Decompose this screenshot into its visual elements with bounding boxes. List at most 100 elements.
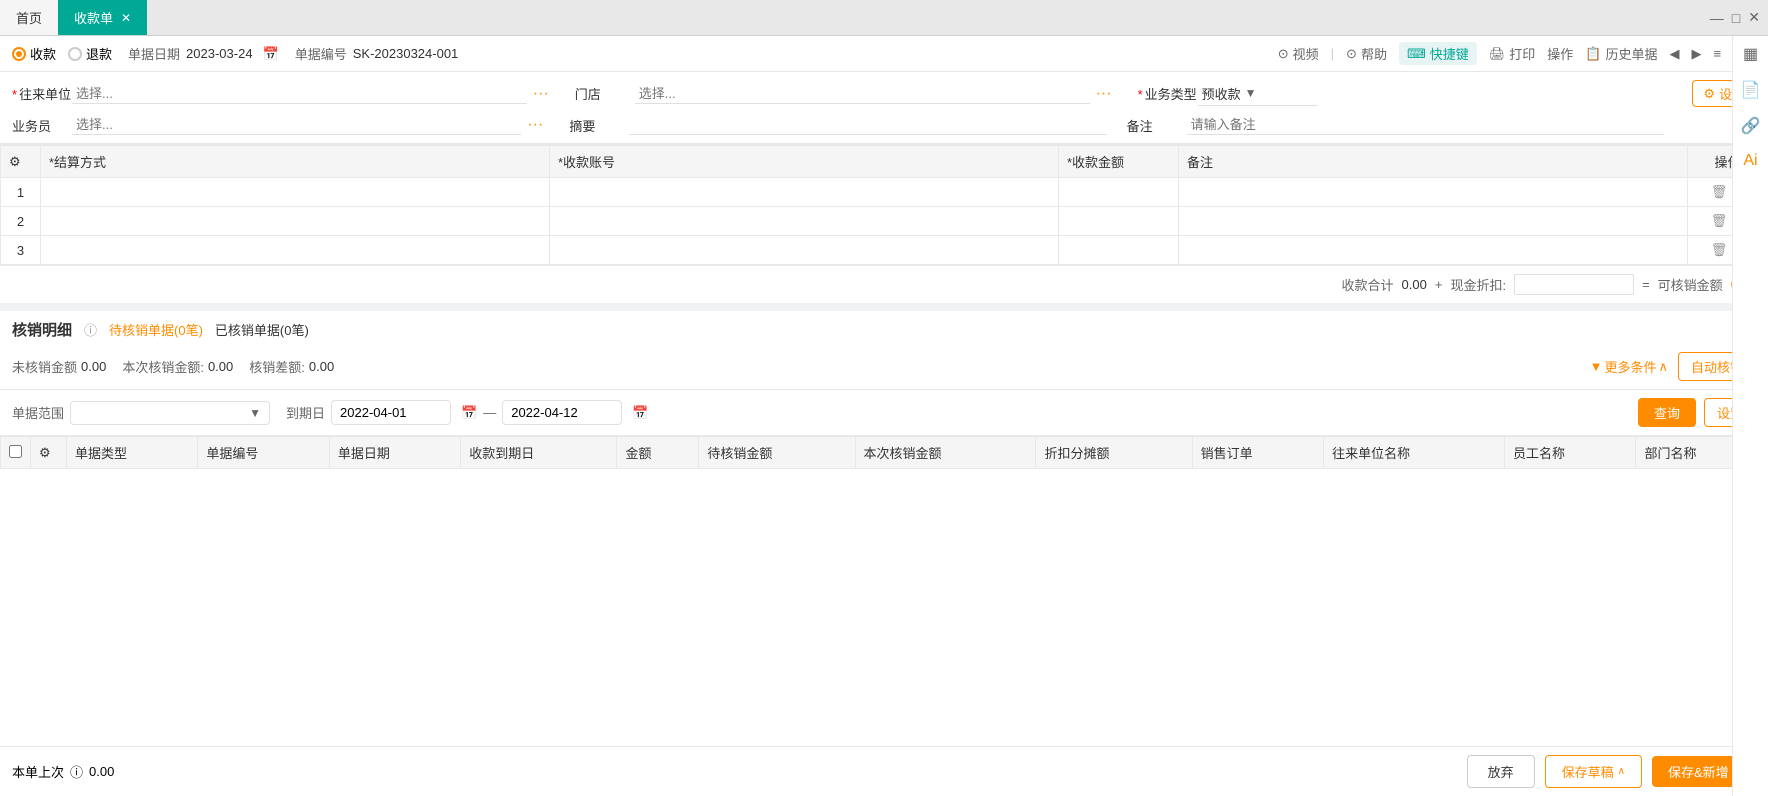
staff-input[interactable] bbox=[72, 115, 521, 135]
col-current-verify: 本次核销金额 bbox=[855, 437, 1036, 469]
unverified-value: 0.00 bbox=[81, 359, 106, 374]
row-2-settle-input[interactable] bbox=[49, 214, 541, 229]
row-3-remark-input[interactable] bbox=[1187, 243, 1679, 258]
summary-field: 摘要 bbox=[569, 115, 1106, 135]
help-label: 帮助 bbox=[1361, 44, 1387, 63]
sidebar-ai-icon[interactable]: Ai bbox=[1743, 152, 1757, 170]
diff-label: 核销差额: bbox=[249, 357, 305, 376]
partner-input[interactable] bbox=[72, 84, 527, 104]
done-tab[interactable]: 已核销单据(0笔) bbox=[215, 320, 309, 339]
date-calendar-icon[interactable]: 📅 bbox=[263, 46, 279, 62]
table-row: 2 🗑 ⊞ bbox=[1, 207, 1768, 236]
row-1-delete-icon[interactable]: 🗑 bbox=[1711, 184, 1728, 200]
range-select[interactable]: ▼ bbox=[70, 401, 270, 425]
col-due-date-label: 收款到期日 bbox=[469, 446, 534, 461]
store-more-btn[interactable]: ··· bbox=[1090, 85, 1118, 103]
row-3-amount[interactable] bbox=[1059, 236, 1179, 265]
row-2-account[interactable] bbox=[550, 207, 1059, 236]
row-1-account[interactable] bbox=[550, 178, 1059, 207]
row-2-amount-input[interactable] bbox=[1067, 214, 1170, 229]
col-gear-header[interactable]: ⚙ bbox=[31, 437, 67, 469]
query-button[interactable]: 查询 bbox=[1638, 398, 1696, 427]
calendar-to-icon[interactable]: 📅 bbox=[632, 405, 648, 421]
row-2-settle[interactable] bbox=[41, 207, 550, 236]
row-2-amount[interactable] bbox=[1059, 207, 1179, 236]
select-all-checkbox[interactable] bbox=[9, 445, 22, 458]
row-3-delete-icon[interactable]: 🗑 bbox=[1711, 242, 1728, 258]
row-3-settle-input[interactable] bbox=[49, 243, 541, 258]
help-btn[interactable]: ⊙ 帮助 bbox=[1346, 44, 1387, 63]
verification-table: ⚙ 单据类型 单据编号 单据日期 收款到期日 金额 bbox=[0, 436, 1768, 469]
nav-next-icon[interactable]: ▶ bbox=[1692, 46, 1702, 62]
tab-close-icon[interactable]: ✕ bbox=[121, 11, 131, 25]
tab-home[interactable]: 首页 bbox=[0, 0, 58, 35]
staff-more-btn[interactable]: ··· bbox=[521, 116, 549, 134]
pending-tab[interactable]: 待核销单据(0笔) bbox=[109, 320, 203, 339]
row-2-account-input[interactable] bbox=[558, 214, 1050, 229]
discount-input[interactable] bbox=[1514, 274, 1634, 295]
col-gear[interactable]: ⚙ bbox=[1, 146, 41, 178]
row-1-account-input[interactable] bbox=[558, 185, 1050, 200]
row-2-delete-icon[interactable]: 🗑 bbox=[1711, 213, 1728, 229]
col-due-date: 收款到期日 bbox=[461, 437, 617, 469]
save-draft-button[interactable]: 保存草稿 ∧ bbox=[1545, 755, 1642, 788]
shortcut-btn[interactable]: ⌨ 快捷键 bbox=[1399, 42, 1477, 65]
video-btn[interactable]: ⊙ 视频 bbox=[1278, 44, 1319, 63]
tab-receipt[interactable]: 收款单 ✕ bbox=[58, 0, 147, 35]
biz-type-select[interactable]: 预收款 ▼ bbox=[1198, 82, 1318, 106]
date-dash: — bbox=[483, 405, 496, 420]
sidebar-doc-icon[interactable]: 📄 bbox=[1741, 80, 1761, 100]
row-1-amount-input[interactable] bbox=[1067, 185, 1170, 200]
col-doc-date: 单据日期 bbox=[329, 437, 460, 469]
video-icon: ⊙ bbox=[1278, 46, 1289, 62]
row-1-remark-input[interactable] bbox=[1187, 185, 1679, 200]
row-3-remark[interactable] bbox=[1179, 236, 1688, 265]
row-3-account[interactable] bbox=[550, 236, 1059, 265]
row-2-remark[interactable] bbox=[1179, 207, 1688, 236]
more-filter-btn[interactable]: ▼ 更多条件 ∧ bbox=[1590, 357, 1668, 376]
store-input[interactable] bbox=[635, 84, 1090, 104]
row-1-amount[interactable] bbox=[1059, 178, 1179, 207]
layout-icon[interactable]: ≡ bbox=[1714, 46, 1722, 61]
gear-icon-small[interactable]: ⚙ bbox=[9, 154, 21, 169]
due-date-to-input[interactable] bbox=[502, 400, 622, 425]
sidebar-link-icon[interactable]: 🔗 bbox=[1741, 116, 1761, 136]
save-draft-label: 保存草稿 bbox=[1562, 762, 1614, 781]
due-date-from-input[interactable] bbox=[331, 400, 451, 425]
range-label: 单据范围 bbox=[12, 403, 64, 422]
partner-more-btn[interactable]: ··· bbox=[527, 85, 555, 103]
row-3-amount-input[interactable] bbox=[1067, 243, 1170, 258]
bottom-bar-left: 本单上次 ⓘ 0.00 bbox=[12, 762, 114, 781]
radio-refund-circle bbox=[68, 47, 82, 61]
info-icon[interactable]: ⓘ bbox=[84, 320, 97, 339]
maximize-icon[interactable]: □ bbox=[1732, 10, 1740, 26]
current-label: 本次核销金额: bbox=[122, 357, 204, 376]
nav-prev-icon[interactable]: ◀ bbox=[1670, 46, 1680, 62]
bottom-gear-icon[interactable]: ⚙ bbox=[39, 445, 51, 460]
done-label: 已核销单据(0笔) bbox=[215, 323, 309, 338]
remark-input[interactable] bbox=[1187, 115, 1664, 135]
discard-button[interactable]: 放弃 bbox=[1467, 755, 1535, 788]
operation-btn[interactable]: 操作 bbox=[1547, 44, 1573, 63]
minimize-icon[interactable]: — bbox=[1710, 10, 1724, 26]
history-btn[interactable]: 📋 历史单据 bbox=[1585, 44, 1657, 63]
row-1-settle-input[interactable] bbox=[49, 185, 541, 200]
window-controls: — □ ✕ bbox=[1710, 9, 1768, 26]
current-session-icon[interactable]: ⓘ bbox=[70, 762, 83, 781]
close-window-icon[interactable]: ✕ bbox=[1748, 9, 1760, 26]
col-doc-date-label: 单据日期 bbox=[338, 446, 390, 461]
row-2-remark-input[interactable] bbox=[1187, 214, 1679, 229]
sidebar-table-icon[interactable]: ▦ bbox=[1743, 44, 1758, 64]
row-1-remark[interactable] bbox=[1179, 178, 1688, 207]
summary-input[interactable] bbox=[629, 115, 1106, 135]
calendar-from-icon[interactable]: 📅 bbox=[461, 405, 477, 421]
print-btn[interactable]: 🖨 打印 bbox=[1489, 44, 1536, 63]
radio-receipt[interactable]: 收款 bbox=[12, 44, 56, 63]
radio-refund[interactable]: 退款 bbox=[68, 44, 112, 63]
row-1-settle[interactable] bbox=[41, 178, 550, 207]
range-field: 单据范围 ▼ bbox=[12, 401, 270, 425]
row-3-settle[interactable] bbox=[41, 236, 550, 265]
more-filter-label: 更多条件 bbox=[1604, 357, 1656, 376]
row-3-account-input[interactable] bbox=[558, 243, 1050, 258]
range-chevron-icon: ▼ bbox=[249, 406, 261, 420]
